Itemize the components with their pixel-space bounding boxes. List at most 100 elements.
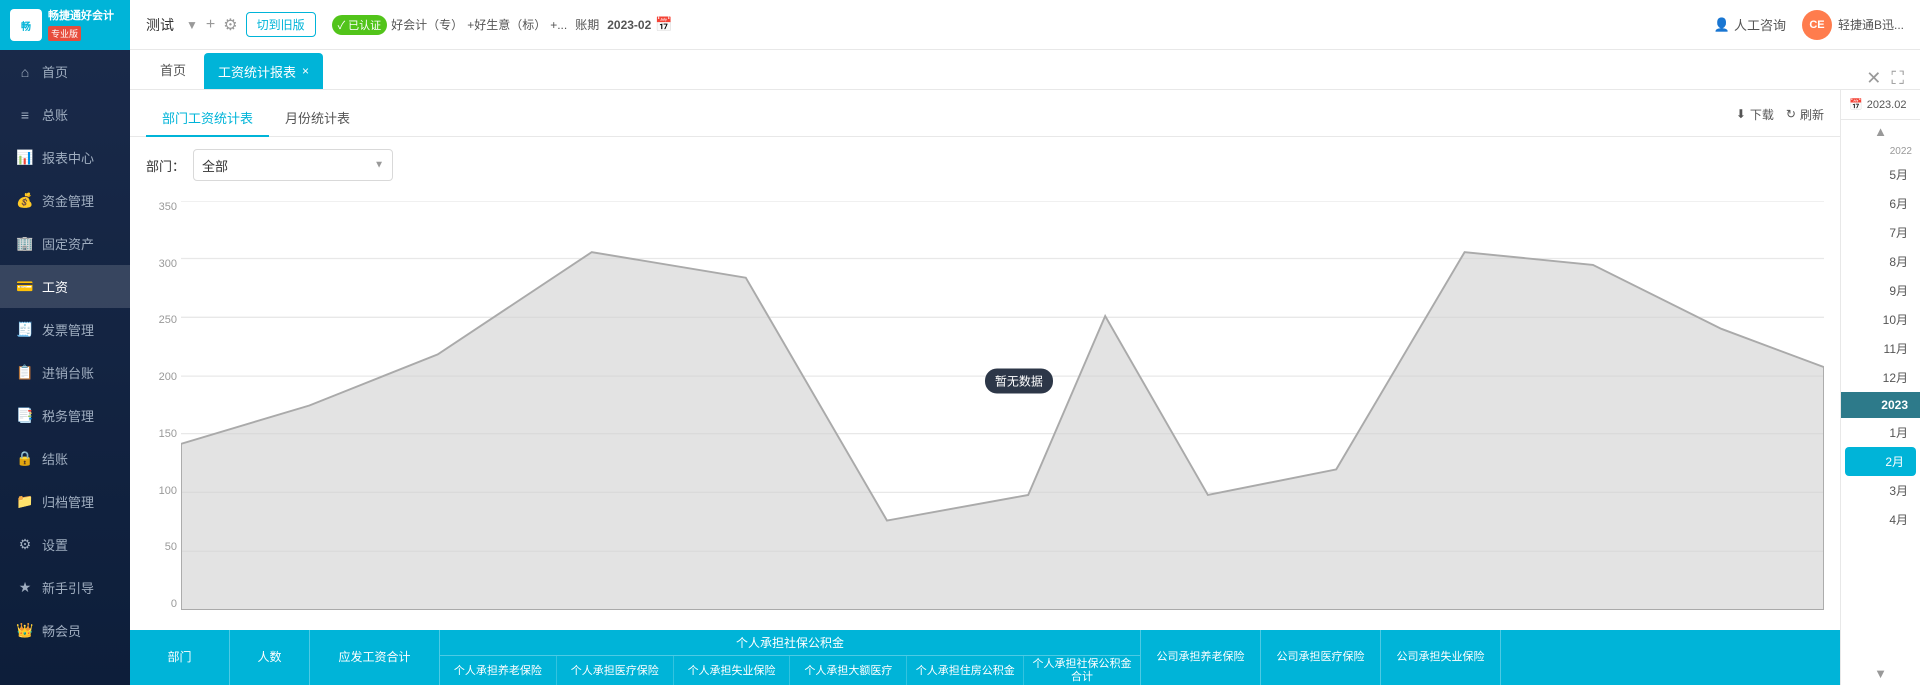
th-personal-total: 个人承担社保公积金合计 — [1024, 656, 1140, 685]
th-count: 人数 — [230, 630, 310, 685]
topbar-right: 👤 人工咨询 CE 轻捷通B迅... — [1714, 10, 1904, 40]
product-badge1: 好会计（专） — [391, 16, 463, 33]
logo-icon: 畅 — [10, 9, 42, 41]
dept-filter-label: 部门： — [146, 156, 185, 175]
main-area: 测试 ▼ + ⚙ 切到旧版 ✓ 已认证 好会计（专） +好生意（标） +... … — [130, 0, 1920, 685]
sidebar-invoice-label: 发票管理 — [42, 320, 94, 339]
subtab-bar: 部门工资统计表 月份统计表 ⬇ 下载 ↻ 刷新 — [130, 90, 1840, 137]
vip-icon: 👑 — [16, 622, 34, 639]
date-up-button[interactable]: ▲ — [1841, 120, 1920, 143]
subtab-right: ⬇ 下载 ↻ 刷新 — [1736, 106, 1824, 131]
th-total-salary: 应发工资合计 — [310, 630, 440, 685]
sidebar-funds-label: 资金管理 — [42, 191, 94, 210]
sidebar-guide-label: 新手引导 — [42, 578, 94, 597]
salary-icon: 💳 — [16, 278, 34, 295]
select-arrow-icon: ▼ — [374, 160, 384, 171]
sidebar: 畅 畅捷通好会计 专业版 ⌂ 首页 ≡ 总账 📊 报表中心 💰 资金管理 🏢 固… — [0, 0, 130, 685]
year-2023-label: 2023 — [1841, 392, 1920, 418]
logo-text: 畅捷通好会计 专业版 — [48, 9, 114, 40]
sidebar-item-home[interactable]: ⌂ 首页 — [0, 50, 130, 93]
sidebar-item-archive[interactable]: 📁 归档管理 — [0, 480, 130, 523]
topbar-chevron-icon[interactable]: ▼ — [186, 18, 198, 32]
product-badge3: +... — [550, 18, 567, 32]
tab-salary-report[interactable]: 工资统计报表 × — [204, 53, 323, 89]
chart-svg-wrapper: 暂无数据 — [181, 201, 1824, 610]
calendar-icon[interactable]: 📅 — [655, 16, 672, 33]
sidebar-item-assets[interactable]: 🏢 固定资产 — [0, 222, 130, 265]
period-value: 2023-02 — [607, 18, 651, 32]
ledger-icon: ≡ — [16, 107, 34, 123]
chart-svg — [181, 201, 1824, 610]
month-2022-11[interactable]: 11月 — [1841, 334, 1920, 363]
subtab-dept[interactable]: 部门工资统计表 — [146, 100, 269, 137]
topbar-badges: ✓ 已认证 好会计（专） +好生意（标） +... 账期 2023-02 📅 — [332, 15, 673, 35]
close-period-icon: 🔒 — [16, 450, 34, 467]
year-2022-label: 2022 — [1841, 143, 1920, 160]
chart-area: 350 300 250 200 150 100 50 0 — [130, 193, 1840, 630]
refresh-icon: ↻ — [1786, 107, 1796, 121]
topbar: 测试 ▼ + ⚙ 切到旧版 ✓ 已认证 好会计（专） +好生意（标） +... … — [130, 0, 1920, 50]
settings-icon: ⚙ — [16, 536, 34, 553]
date-panel-header: 📅 2023.02 — [1841, 90, 1920, 120]
right-panel-date: 📅 2023.02 ▲ 2022 5月 6月 7月 8月 9月 10月 11月 … — [1840, 90, 1920, 685]
archive-icon: 📁 — [16, 493, 34, 510]
topbar-gear-icon[interactable]: ⚙ — [223, 15, 237, 35]
switch-old-version-button[interactable]: 切到旧版 — [246, 12, 316, 37]
y-label-0: 0 — [171, 598, 177, 610]
sidebar-item-invoice[interactable]: 🧾 发票管理 — [0, 308, 130, 351]
date-down-button[interactable]: ▼ — [1841, 662, 1920, 685]
dept-select[interactable]: 全部 ▼ — [193, 149, 393, 181]
month-2023-1[interactable]: 1月 — [1841, 418, 1920, 447]
sidebar-item-sales[interactable]: 📋 进销台账 — [0, 351, 130, 394]
sidebar-home-label: 首页 — [42, 62, 68, 81]
month-2023-3[interactable]: 3月 — [1841, 476, 1920, 505]
y-axis: 350 300 250 200 150 100 50 0 — [146, 201, 181, 610]
month-2022-8[interactable]: 8月 — [1841, 247, 1920, 276]
topbar-add-icon[interactable]: + — [206, 16, 215, 34]
download-icon: ⬇ — [1736, 107, 1746, 121]
sidebar-item-close[interactable]: 🔒 结账 — [0, 437, 130, 480]
refresh-button[interactable]: ↻ 刷新 — [1786, 106, 1824, 123]
sidebar-item-guide[interactable]: ★ 新手引导 — [0, 566, 130, 609]
month-2023-2[interactable]: 2月 — [1845, 447, 1916, 476]
month-2023-4[interactable]: 4月 — [1841, 505, 1920, 534]
download-button[interactable]: ⬇ 下载 — [1736, 106, 1774, 123]
sidebar-item-ledger[interactable]: ≡ 总账 — [0, 93, 130, 136]
month-2022-9[interactable]: 9月 — [1841, 276, 1920, 305]
sidebar-ledger-label: 总账 — [42, 105, 68, 124]
subtab-monthly[interactable]: 月份统计表 — [269, 100, 366, 137]
panel-expand-icon[interactable]: ⛶ — [1891, 68, 1904, 89]
certified-badge: ✓ 已认证 — [332, 15, 388, 35]
panel-close-icon[interactable]: ✕ — [1866, 68, 1881, 89]
sidebar-close-label: 结账 — [42, 449, 68, 468]
help-button[interactable]: 👤 人工咨询 — [1714, 15, 1786, 34]
tax-icon: 📑 — [16, 407, 34, 424]
dept-filter-wrapper: 全部 ▼ — [193, 149, 393, 181]
sidebar-reports-label: 报表中心 — [42, 148, 94, 167]
tab-home[interactable]: 首页 — [146, 52, 200, 89]
th-personal-major-medical: 个人承担大额医疗 — [790, 656, 907, 685]
sidebar-item-salary[interactable]: 💳 工资 — [0, 265, 130, 308]
sidebar-item-vip[interactable]: 👑 畅会员 — [0, 609, 130, 652]
month-2022-7[interactable]: 7月 — [1841, 218, 1920, 247]
tab-close-icon[interactable]: × — [302, 64, 309, 78]
sidebar-item-reports[interactable]: 📊 报表中心 — [0, 136, 130, 179]
th-dept: 部门 — [130, 630, 230, 685]
invoice-icon: 🧾 — [16, 321, 34, 338]
sidebar-item-tax[interactable]: 📑 税务管理 — [0, 394, 130, 437]
month-2022-6[interactable]: 6月 — [1841, 189, 1920, 218]
th-personal-pension: 个人承担养老保险 — [440, 656, 557, 685]
y-label-250: 250 — [159, 314, 177, 326]
th-company-pension: 公司承担养老保险 — [1141, 630, 1261, 685]
product-badge2: +好生意（标） — [467, 16, 546, 33]
user-menu[interactable]: CE 轻捷通B迅... — [1802, 10, 1904, 40]
sidebar-assets-label: 固定资产 — [42, 234, 94, 253]
month-2022-12[interactable]: 12月 — [1841, 363, 1920, 392]
help-icon: 👤 — [1714, 17, 1730, 33]
month-2022-5[interactable]: 5月 — [1841, 160, 1920, 189]
sidebar-item-settings[interactable]: ⚙ 设置 — [0, 523, 130, 566]
sidebar-item-funds[interactable]: 💰 资金管理 — [0, 179, 130, 222]
th-personal-unemployment: 个人承担失业保险 — [674, 656, 791, 685]
y-label-200: 200 — [159, 371, 177, 383]
month-2022-10[interactable]: 10月 — [1841, 305, 1920, 334]
